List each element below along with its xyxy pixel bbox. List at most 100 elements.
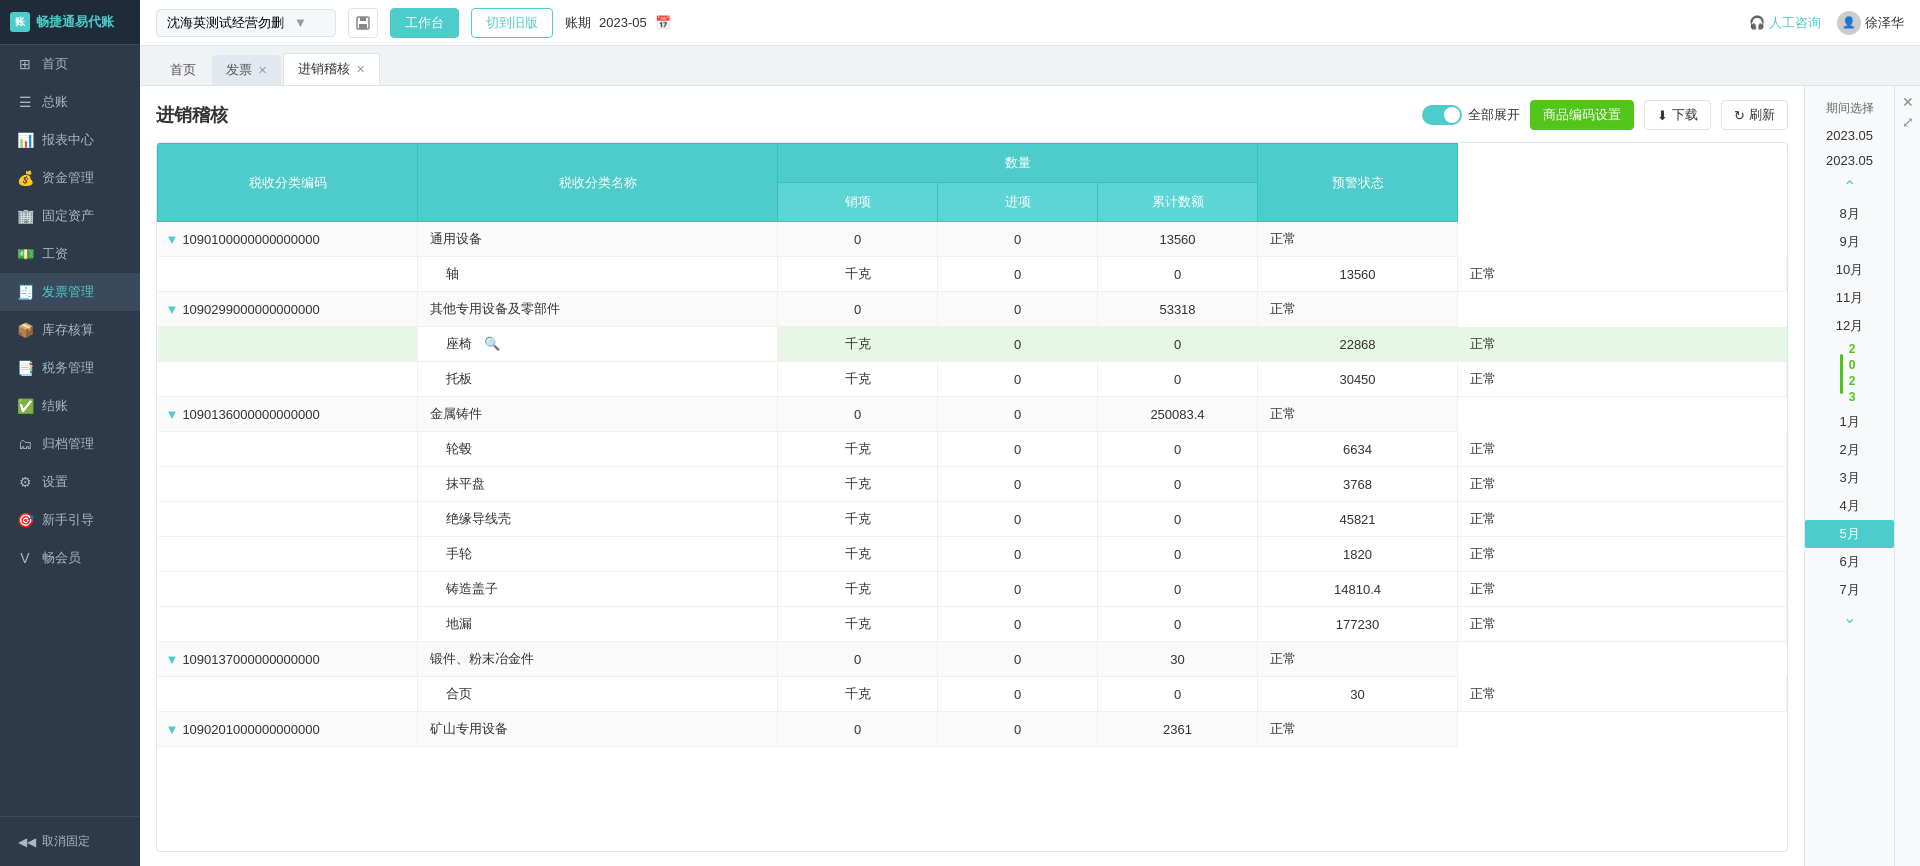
- user-menu[interactable]: 👤 徐泽华: [1837, 11, 1904, 35]
- headset-icon: 🎧: [1749, 15, 1765, 30]
- year-bar: [1840, 354, 1843, 394]
- expand-panel-button[interactable]: ⤢: [1902, 114, 1914, 130]
- sidebar-item-settle[interactable]: ✅ 结账: [0, 387, 140, 425]
- cell-code: ▼1090201000000000000: [158, 712, 418, 747]
- tab-invoice[interactable]: 发票 ✕: [212, 55, 281, 85]
- period-scroll-down[interactable]: ⌄: [1839, 604, 1860, 631]
- cell-code: ▼1090299000000000000: [158, 292, 418, 327]
- table-row: 绝缘导线壳 千克 0 0 45821 正常: [158, 502, 1787, 537]
- sidebar-item-inventory[interactable]: 📦 库存核算: [0, 311, 140, 349]
- product-code-settings-button[interactable]: 商品编码设置: [1530, 100, 1634, 130]
- expand-icon[interactable]: ▼: [166, 407, 179, 422]
- cell-cumulative: 13560: [1098, 222, 1258, 257]
- workbench-button[interactable]: 工作台: [390, 8, 459, 38]
- cell-code: [158, 467, 418, 502]
- period-item-3[interactable]: 3月: [1805, 464, 1894, 492]
- sidebar-item-label: 工资: [42, 245, 68, 263]
- period-item-9[interactable]: 9月: [1805, 228, 1894, 256]
- tab-home[interactable]: 首页: [156, 55, 210, 85]
- cell-warning: 正常: [1258, 712, 1458, 747]
- period-item-8[interactable]: 8月: [1805, 200, 1894, 228]
- cell-purchase: 0: [1098, 502, 1258, 537]
- cell-cumulative: 53318: [1098, 292, 1258, 327]
- cell-sales: 0: [938, 432, 1098, 467]
- sidebar-item-member[interactable]: V 畅会员: [0, 539, 140, 577]
- sidebar-item-archive[interactable]: 🗂 归档管理: [0, 425, 140, 463]
- cell-sales: 0: [938, 362, 1098, 397]
- cell-cumulative: 30: [1098, 642, 1258, 677]
- period-label: 账期: [565, 14, 591, 32]
- period-scroll-up[interactable]: ⌃: [1839, 173, 1860, 200]
- period-item-2023-05-1[interactable]: 2023.05: [1805, 123, 1894, 148]
- cancel-pin-button[interactable]: ◀◀ 取消固定: [10, 827, 130, 856]
- period-item-5[interactable]: 5月: [1805, 520, 1894, 548]
- toggle-track[interactable]: [1422, 105, 1462, 125]
- th-purchase: 进项: [938, 183, 1098, 222]
- sidebar-item-label: 总账: [42, 93, 68, 111]
- expand-icon[interactable]: ▼: [166, 302, 179, 317]
- settle-icon: ✅: [16, 397, 34, 415]
- cell-warning: 正常: [1258, 222, 1458, 257]
- svg-rect-2: [359, 24, 367, 29]
- sidebar-item-home[interactable]: ⊞ 首页: [0, 45, 140, 83]
- cell-name: 地漏: [418, 607, 778, 642]
- cell-code: [158, 432, 418, 467]
- service-button[interactable]: 🎧 人工咨询: [1749, 14, 1821, 32]
- sidebar-item-tax[interactable]: 📑 税务管理: [0, 349, 140, 387]
- close-panel-button[interactable]: ✕: [1902, 94, 1914, 110]
- cell-cumulative: 30: [1258, 677, 1458, 712]
- expand-all-toggle[interactable]: 全部展开: [1422, 105, 1520, 125]
- tab-invoice-close[interactable]: ✕: [258, 64, 267, 77]
- company-selector[interactable]: 沈海英测试经营勿删 ▼: [156, 9, 336, 37]
- cell-code: [158, 502, 418, 537]
- topbar: 沈海英测试经营勿删 ▼ 工作台 切到旧版 账期 2023-05 📅 🎧 人工咨询…: [140, 0, 1920, 46]
- tab-home-label: 首页: [170, 61, 196, 79]
- expand-icon[interactable]: ▼: [166, 232, 179, 247]
- period-item-7[interactable]: 7月: [1805, 576, 1894, 604]
- period-item-2023-05-2[interactable]: 2023.05: [1805, 148, 1894, 173]
- cell-unit: 千克: [778, 327, 938, 362]
- sidebar-item-settings[interactable]: ⚙ 设置: [0, 463, 140, 501]
- period-item-2[interactable]: 2月: [1805, 436, 1894, 464]
- sidebar-item-invoices[interactable]: 🧾 发票管理: [0, 273, 140, 311]
- sidebar-item-ledger[interactable]: ☰ 总账: [0, 83, 140, 121]
- sidebar-item-payroll[interactable]: 💵 工资: [0, 235, 140, 273]
- download-button[interactable]: ⬇ 下载: [1644, 100, 1711, 130]
- period-item-12[interactable]: 12月: [1805, 312, 1894, 340]
- tab-reconcile-close[interactable]: ✕: [356, 63, 365, 76]
- period-item-1[interactable]: 1月: [1805, 408, 1894, 436]
- search-in-name-icon[interactable]: 🔍: [484, 336, 500, 351]
- sidebar-item-label: 资金管理: [42, 169, 94, 187]
- cell-unit: 千克: [778, 537, 938, 572]
- expand-icon[interactable]: ▼: [166, 722, 179, 737]
- table-row: 抹平盘 千克 0 0 3768 正常: [158, 467, 1787, 502]
- cell-purchase: 0: [1098, 677, 1258, 712]
- cell-purchase: 0: [1098, 467, 1258, 502]
- cell-warning: 正常: [1458, 327, 1787, 362]
- sidebar-item-reports[interactable]: 📊 报表中心: [0, 121, 140, 159]
- period-item-4[interactable]: 4月: [1805, 492, 1894, 520]
- tab-reconcile[interactable]: 进销稽核 ✕: [283, 53, 380, 85]
- sidebar-item-label: 报表中心: [42, 131, 94, 149]
- refresh-button[interactable]: ↻ 刷新: [1721, 100, 1788, 130]
- period-item-6[interactable]: 6月: [1805, 548, 1894, 576]
- cell-name: 锻件、粉末冶金件: [418, 642, 778, 677]
- cell-sales: 0: [938, 502, 1098, 537]
- sidebar-item-funds[interactable]: 💰 资金管理: [0, 159, 140, 197]
- period-item-10[interactable]: 10月: [1805, 256, 1894, 284]
- page-actions: 全部展开 商品编码设置 ⬇ 下载 ↻ 刷新: [1422, 100, 1788, 130]
- cell-code: ▼1090136000000000000: [158, 397, 418, 432]
- sidebar-item-label: 税务管理: [42, 359, 94, 377]
- cell-unit: 千克: [778, 502, 938, 537]
- calendar-icon[interactable]: 📅: [655, 15, 671, 30]
- th-sales: 销项: [778, 183, 938, 222]
- content-area: 进销稽核 全部展开 商品编码设置 ⬇ 下载 ↻ 刷: [140, 86, 1920, 866]
- period-item-11[interactable]: 11月: [1805, 284, 1894, 312]
- save-icon-button[interactable]: [348, 8, 378, 38]
- table-row: 合页 千克 0 0 30 正常: [158, 677, 1787, 712]
- expand-icon[interactable]: ▼: [166, 652, 179, 667]
- switch-version-button[interactable]: 切到旧版: [471, 8, 553, 38]
- home-icon: ⊞: [16, 55, 34, 73]
- sidebar-item-assets[interactable]: 🏢 固定资产: [0, 197, 140, 235]
- sidebar-item-guide[interactable]: 🎯 新手引导: [0, 501, 140, 539]
